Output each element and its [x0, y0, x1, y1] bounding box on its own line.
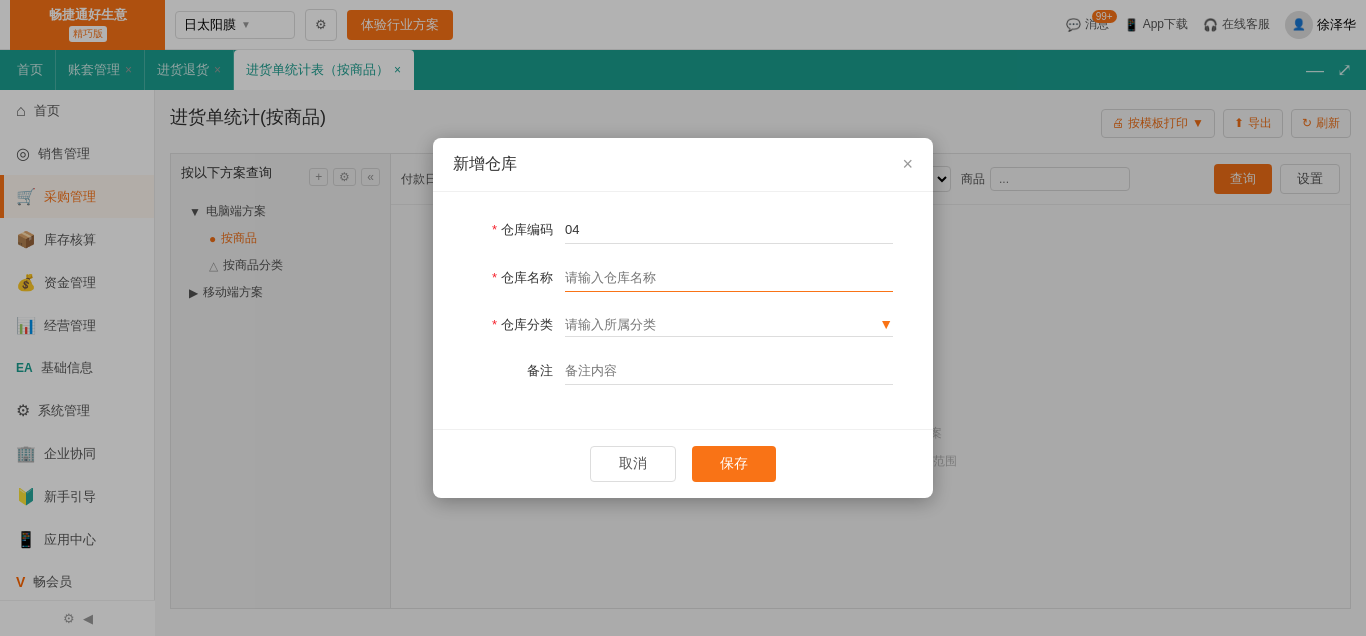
- warehouse-name-row: 仓库名称: [473, 264, 893, 292]
- dialog-body: 仓库编码 仓库名称 仓库分类 ▼ 备注: [433, 192, 933, 429]
- category-dropdown-arrow[interactable]: ▼: [879, 316, 893, 332]
- warehouse-name-label: 仓库名称: [473, 269, 553, 287]
- warehouse-category-row: 仓库分类 ▼: [473, 312, 893, 337]
- remark-row: 备注: [473, 357, 893, 385]
- warehouse-category-input[interactable]: [565, 317, 879, 332]
- dialog-footer: 取消 保存: [433, 429, 933, 498]
- warehouse-category-wrapper: ▼: [565, 312, 893, 337]
- warehouse-code-input[interactable]: [565, 216, 893, 244]
- dialog-header: 新增仓库 ×: [433, 138, 933, 192]
- warehouse-category-label: 仓库分类: [473, 316, 553, 334]
- dialog-title: 新增仓库: [453, 154, 517, 175]
- modal-overlay[interactable]: 新增仓库 × 仓库编码 仓库名称 仓库分类 ▼: [0, 0, 1366, 636]
- save-button[interactable]: 保存: [692, 446, 776, 482]
- remark-label: 备注: [473, 362, 553, 380]
- dialog-close-button[interactable]: ×: [902, 154, 913, 175]
- cancel-button[interactable]: 取消: [590, 446, 676, 482]
- warehouse-name-input[interactable]: [565, 264, 893, 292]
- warehouse-code-row: 仓库编码: [473, 216, 893, 244]
- warehouse-code-label: 仓库编码: [473, 221, 553, 239]
- new-warehouse-dialog: 新增仓库 × 仓库编码 仓库名称 仓库分类 ▼: [433, 138, 933, 498]
- remark-input[interactable]: [565, 357, 893, 385]
